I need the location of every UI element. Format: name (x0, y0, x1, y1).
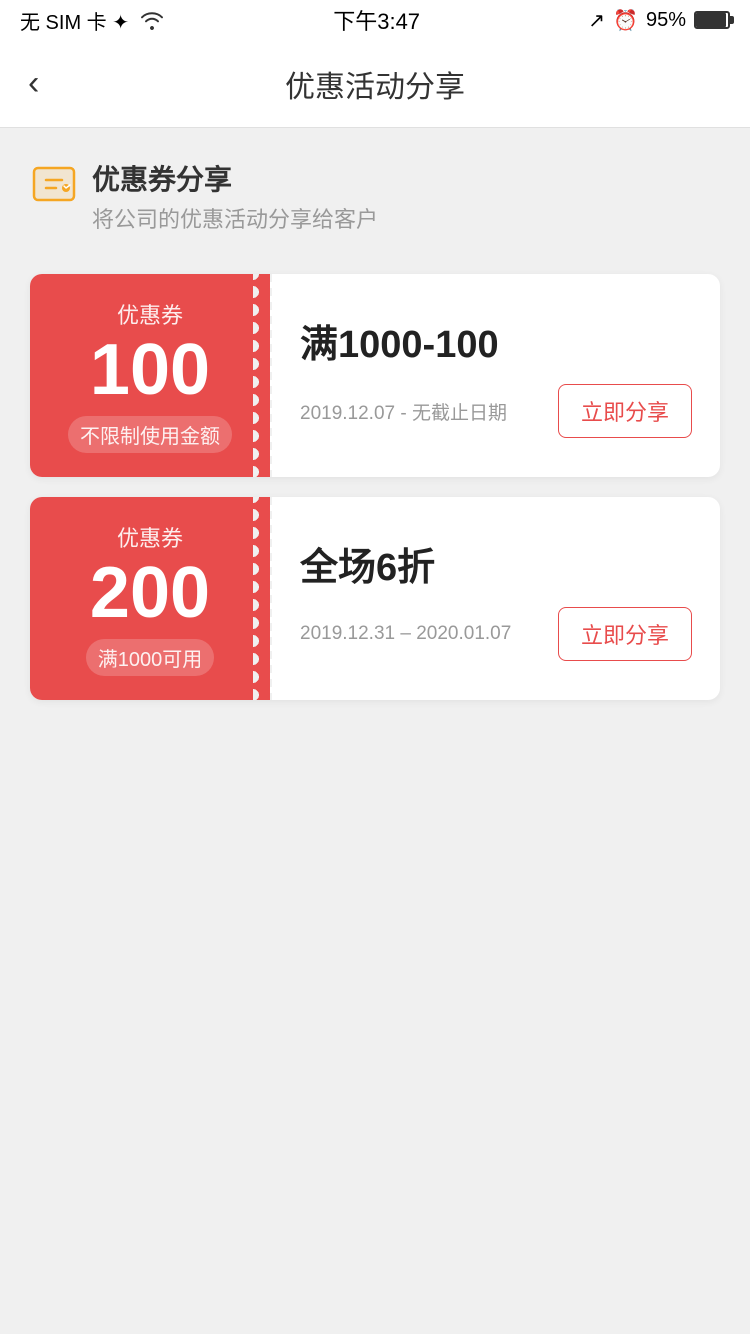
coupon-bottom-row-1: 2019.12.31 – 2020.01.07 立即分享 (300, 607, 692, 661)
no-sim-text: 无 SIM 卡 ✦ (20, 6, 129, 35)
coupon-left-0: 优惠券 100 不限制使用金额 (30, 274, 270, 477)
coupon-value-1: 200 (90, 557, 210, 629)
coupon-share-icon (30, 160, 78, 208)
coupon-bottom-row-0: 2019.12.07 - 无截止日期 立即分享 (300, 384, 692, 438)
coupon-card-1: 优惠券 200 满1000可用 全场6折 2019.12.31 – 2020.0… (30, 497, 720, 700)
coupon-value-0: 100 (90, 334, 210, 406)
coupon-label-0: 优惠券 (117, 298, 183, 330)
coupon-list: 优惠券 100 不限制使用金额 满1000-100 2019.12.07 - 无… (0, 254, 750, 720)
coupon-card: 优惠券 100 不限制使用金额 满1000-100 2019.12.07 - 无… (30, 274, 720, 477)
bottom-area (0, 720, 750, 1220)
coupon-right-0: 满1000-100 2019.12.07 - 无截止日期 立即分享 (272, 274, 720, 477)
coupon-date-0: 2019.12.07 - 无截止日期 (300, 398, 507, 425)
status-right: ↗ ⏰ 95% (588, 8, 730, 33)
coupon-label-1: 优惠券 (117, 521, 183, 553)
battery-icon (694, 11, 730, 29)
location-icon: ↗ (588, 8, 605, 33)
wifi-icon (139, 10, 165, 30)
nav-bar: ‹ 优惠活动分享 (0, 40, 750, 128)
coupon-condition-1: 满1000可用 (86, 639, 215, 676)
alarm-icon: ⏰ (613, 8, 638, 33)
coupon-name-1: 全场6折 (300, 536, 692, 591)
share-button-0[interactable]: 立即分享 (558, 384, 692, 438)
back-button[interactable]: ‹ (28, 64, 39, 103)
section-text: 优惠券分享 将公司的优惠活动分享给客户 (92, 158, 378, 234)
coupon-left-1: 优惠券 200 满1000可用 (30, 497, 270, 700)
share-button-1[interactable]: 立即分享 (558, 607, 692, 661)
status-time: 下午3:47 (333, 4, 420, 36)
coupon-right-1: 全场6折 2019.12.31 – 2020.01.07 立即分享 (272, 497, 720, 700)
page-title: 优惠活动分享 (285, 62, 465, 106)
status-bar: 无 SIM 卡 ✦ 下午3:47 ↗ ⏰ 95% (0, 0, 750, 40)
section-title: 优惠券分享 (92, 158, 378, 198)
coupon-name-0: 满1000-100 (300, 313, 692, 368)
section-subtitle: 将公司的优惠活动分享给客户 (92, 202, 378, 234)
battery-percent: 95% (646, 9, 686, 32)
coupon-condition-0: 不限制使用金额 (68, 416, 232, 453)
section-header: 优惠券分享 将公司的优惠活动分享给客户 (0, 128, 750, 254)
status-left: 无 SIM 卡 ✦ (20, 6, 165, 35)
coupon-date-1: 2019.12.31 – 2020.01.07 (300, 623, 511, 645)
